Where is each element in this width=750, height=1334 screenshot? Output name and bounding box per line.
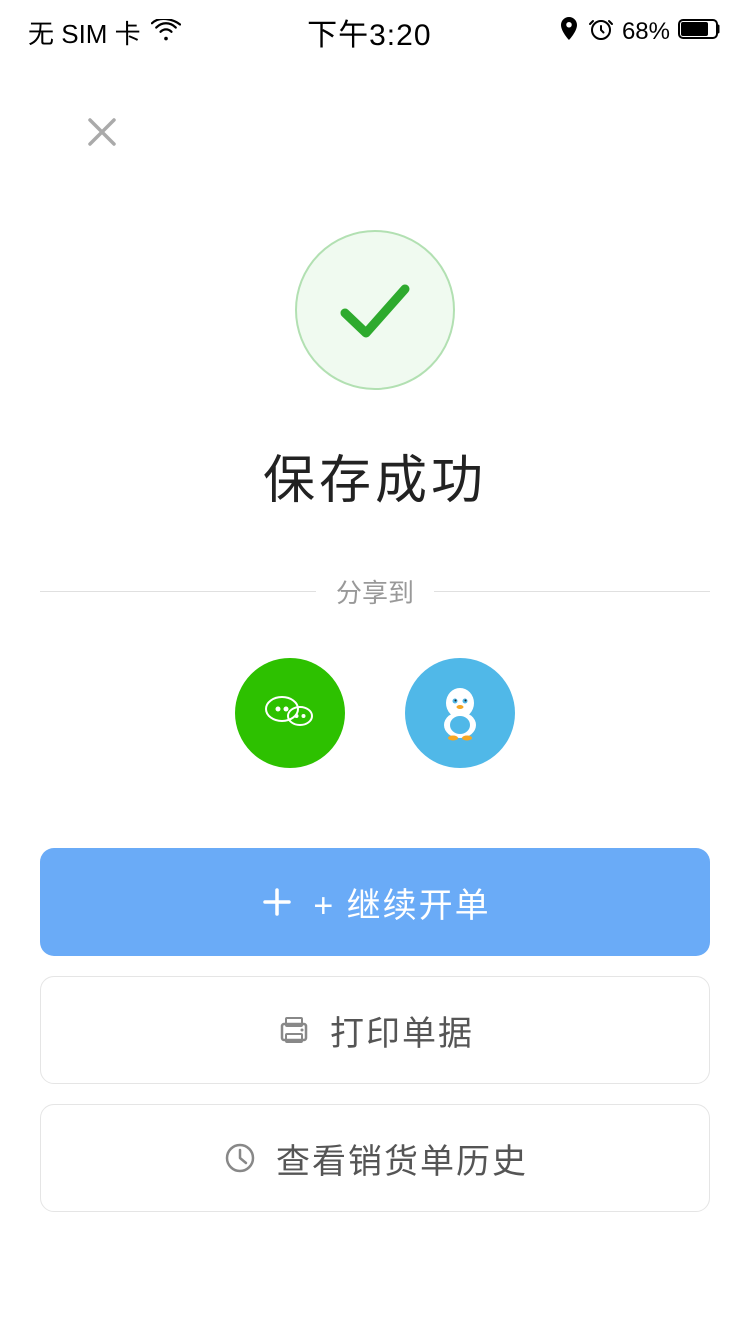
- share-label: 分享到: [336, 573, 414, 610]
- status-bar: 无 SIM 卡 下午3:20 68%: [0, 0, 750, 64]
- status-time: 下午3:20: [307, 10, 431, 54]
- history-button[interactable]: 查看销货单历史: [40, 1104, 710, 1212]
- share-qq-button[interactable]: [405, 658, 515, 768]
- continue-new-button[interactable]: + 继续开单: [40, 848, 710, 956]
- history-icon: [222, 1140, 258, 1176]
- print-icon: [276, 1012, 312, 1048]
- close-button[interactable]: [74, 104, 130, 160]
- status-left: 无 SIM 卡: [28, 14, 181, 51]
- print-label: 打印单据: [330, 1006, 474, 1055]
- main-content: 保存成功 分享到: [0, 140, 750, 1334]
- divider-line-right: [434, 591, 710, 592]
- plus-icon: [259, 884, 295, 920]
- status-right: 68%: [558, 16, 722, 49]
- battery-icon: [678, 18, 722, 47]
- location-icon: [558, 16, 580, 49]
- history-label: 查看销货单历史: [276, 1134, 528, 1183]
- battery-text: 68%: [622, 18, 670, 46]
- divider-line-left: [40, 591, 316, 592]
- success-icon-circle: [295, 230, 455, 390]
- success-title: 保存成功: [263, 438, 487, 513]
- wifi-icon: [151, 17, 181, 48]
- share-icons-row: [235, 658, 515, 768]
- action-buttons: + 继续开单 打印单据 查看销货单历史: [40, 848, 710, 1212]
- alarm-icon: [588, 16, 614, 49]
- share-wechat-button[interactable]: [235, 658, 345, 768]
- carrier-text: 无 SIM 卡: [28, 14, 141, 51]
- continue-new-label: + 继续开单: [313, 878, 490, 927]
- print-button[interactable]: 打印单据: [40, 976, 710, 1084]
- share-divider: 分享到: [40, 573, 710, 610]
